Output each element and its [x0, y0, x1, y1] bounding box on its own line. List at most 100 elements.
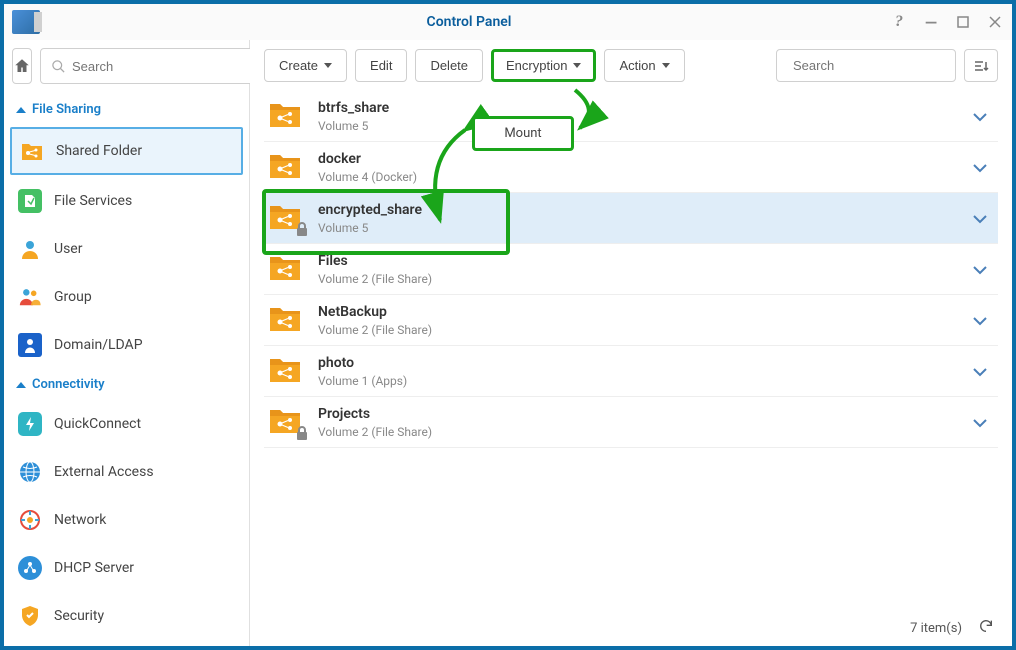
- sidebar-item-label: Group: [54, 289, 92, 305]
- folder-row[interactable]: Projects Volume 2 (File Share): [264, 397, 998, 448]
- sidebar-item-domain-ldap[interactable]: Domain/LDAP: [4, 321, 249, 369]
- toolbar-search-input[interactable]: [793, 58, 969, 73]
- encryption-button[interactable]: Encryption: [491, 49, 596, 82]
- minimize-icon[interactable]: —: [922, 13, 940, 32]
- sidebar-item-dhcp-server[interactable]: DHCP Server: [4, 544, 249, 592]
- sidebar-item-user[interactable]: User: [4, 225, 249, 273]
- folder-list: btrfs_share Volume 5 docker Volume 4 (Docke…: [250, 91, 1012, 610]
- sidebar-item-label: Domain/LDAP: [54, 337, 143, 353]
- sidebar-item-label: External Access: [54, 464, 154, 480]
- shared-folder-icon: [268, 354, 306, 388]
- folder-row[interactable]: Files Volume 2 (File Share): [264, 244, 998, 295]
- sidebar-item-shared-folder[interactable]: Shared Folder: [10, 127, 243, 175]
- action-button[interactable]: Action: [604, 49, 684, 82]
- folder-name: Projects: [318, 406, 972, 422]
- sidebar-item-file-services[interactable]: File Services: [4, 177, 249, 225]
- app-icon: [12, 10, 40, 34]
- caret-down-icon: [662, 63, 670, 68]
- group-icon: [18, 285, 42, 309]
- sidebar-item-security[interactable]: Security: [4, 592, 249, 640]
- content-area: Create Edit Delete Encryption Action: [250, 40, 1012, 646]
- chevron-down-icon[interactable]: [972, 208, 988, 229]
- edit-button[interactable]: Edit: [355, 49, 407, 82]
- item-count: 7 item(s): [910, 621, 962, 636]
- sort-button[interactable]: [964, 49, 998, 82]
- chevron-down-icon[interactable]: [972, 361, 988, 382]
- toolbar-search[interactable]: [776, 49, 956, 82]
- dhcp-server-icon: [18, 556, 42, 580]
- house-icon: [13, 57, 31, 75]
- folder-name: Files: [318, 253, 972, 269]
- folder-volume: Volume 5: [318, 119, 972, 133]
- encryption-dropdown: Mount: [472, 116, 574, 151]
- sidebar-item-label: Network: [54, 512, 106, 528]
- folder-volume: Volume 2 (File Share): [318, 425, 972, 439]
- sidebar-item-label: User: [54, 241, 82, 257]
- titlebar: Control Panel ? —: [4, 4, 1012, 40]
- home-button[interactable]: [12, 48, 32, 84]
- sidebar: File Sharing Shared Folder File Services…: [4, 40, 250, 646]
- shared-folder-icon: [268, 150, 306, 184]
- chevron-down-icon[interactable]: [972, 310, 988, 331]
- folder-name: NetBackup: [318, 304, 972, 320]
- sidebar-item-label: Shared Folder: [56, 143, 142, 159]
- sort-icon: [973, 59, 989, 73]
- delete-button[interactable]: Delete: [415, 49, 483, 82]
- folder-name: encrypted_share: [318, 202, 972, 218]
- sidebar-item-external-access[interactable]: External Access: [4, 448, 249, 496]
- section-connectivity[interactable]: Connectivity: [4, 369, 249, 400]
- shared-folder-icon: [268, 252, 306, 286]
- window-title: Control Panel: [48, 14, 890, 30]
- help-icon[interactable]: ?: [890, 13, 908, 32]
- chevron-down-icon[interactable]: [972, 157, 988, 178]
- caret-down-icon: [573, 63, 581, 68]
- refresh-button[interactable]: [978, 618, 994, 638]
- chevron-down-icon[interactable]: [972, 259, 988, 280]
- sidebar-item-group[interactable]: Group: [4, 273, 249, 321]
- folder-name: docker: [318, 151, 972, 167]
- folder-volume: Volume 4 (Docker): [318, 170, 972, 184]
- security-icon: [18, 604, 42, 628]
- quickconnect-icon: [18, 412, 42, 436]
- section-file-sharing[interactable]: File Sharing: [4, 94, 249, 125]
- shared-folder-icon: [268, 405, 306, 439]
- folder-volume: Volume 2 (File Share): [318, 323, 972, 337]
- sidebar-item-label: Security: [54, 608, 104, 624]
- shared-folder-icon: [20, 139, 44, 163]
- lock-icon: [294, 425, 310, 441]
- network-icon: [18, 508, 42, 532]
- mount-menu-item[interactable]: Mount: [475, 119, 571, 148]
- folder-row[interactable]: btrfs_share Volume 5: [264, 91, 998, 142]
- chevron-up-icon: [16, 382, 26, 388]
- chevron-down-icon[interactable]: [972, 412, 988, 433]
- folder-row[interactable]: photoVolume 1 (Apps): [264, 346, 998, 397]
- folder-name: photo: [318, 355, 972, 371]
- lock-icon: [294, 221, 310, 237]
- folder-name: btrfs_share: [318, 100, 972, 116]
- folder-row[interactable]: NetBackup Volume 2 (File Share): [264, 295, 998, 346]
- create-button[interactable]: Create: [264, 49, 347, 82]
- folder-row[interactable]: docker Volume 4 (Docker): [264, 142, 998, 193]
- chevron-up-icon: [16, 107, 26, 113]
- shared-folder-icon: [268, 303, 306, 337]
- close-icon[interactable]: [986, 13, 1004, 32]
- sidebar-item-network[interactable]: Network: [4, 496, 249, 544]
- folder-row[interactable]: encrypted_share Volume 5: [264, 193, 998, 244]
- domain-ldap-icon: [18, 333, 42, 357]
- folder-volume: Volume 2 (File Share): [318, 272, 972, 286]
- section-label: Connectivity: [32, 377, 105, 392]
- search-icon: [51, 59, 66, 74]
- sidebar-item-label: DHCP Server: [54, 560, 134, 576]
- shared-folder-icon: [268, 201, 306, 235]
- folder-volume: Volume 5: [318, 221, 972, 235]
- sidebar-search[interactable]: [40, 48, 259, 84]
- maximize-icon[interactable]: [954, 13, 972, 32]
- sidebar-item-quickconnect[interactable]: QuickConnect: [4, 400, 249, 448]
- caret-down-icon: [324, 63, 332, 68]
- user-icon: [18, 237, 42, 261]
- toolbar: Create Edit Delete Encryption Action: [250, 40, 1012, 91]
- sidebar-search-input[interactable]: [72, 59, 248, 74]
- refresh-icon: [978, 618, 994, 634]
- section-label: File Sharing: [32, 102, 101, 117]
- chevron-down-icon[interactable]: [972, 106, 988, 127]
